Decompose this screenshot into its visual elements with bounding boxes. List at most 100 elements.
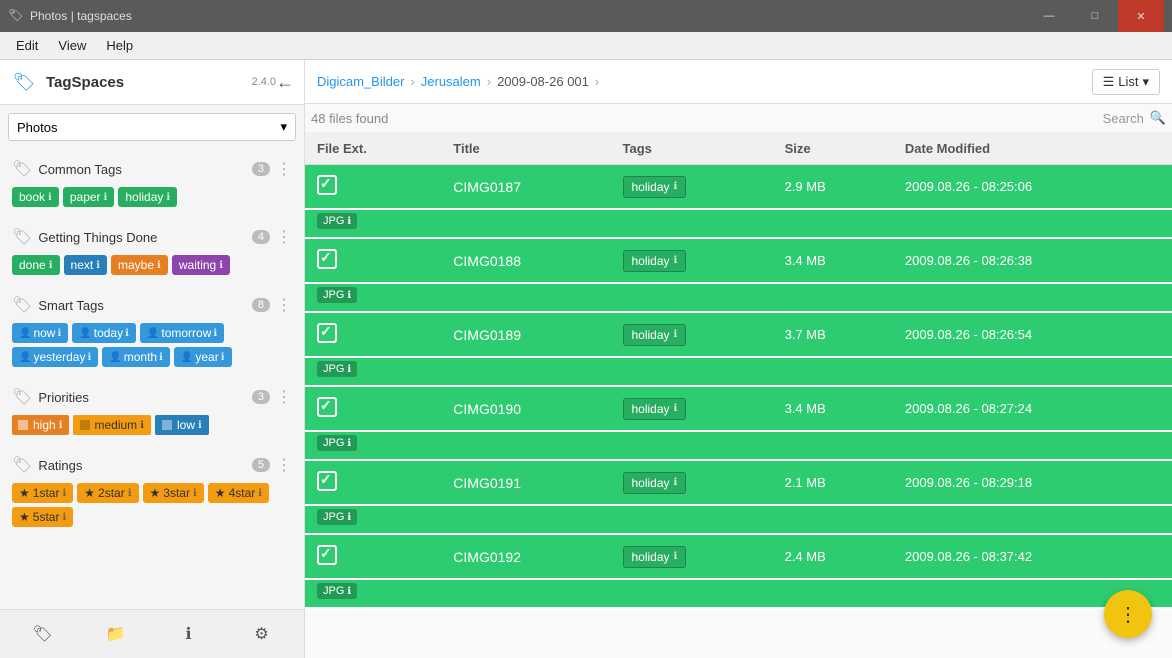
file-table-scroll[interactable]: File Ext. Title Tags Size Date Modified …	[305, 133, 1172, 658]
file-checkbox-0[interactable]	[317, 175, 337, 195]
tag-month-info[interactable]: ℹ	[159, 352, 163, 363]
file-tag-2[interactable]: holiday ℹ	[623, 324, 687, 346]
tag-next-info[interactable]: ℹ	[96, 260, 100, 271]
tag-group-ratings-menu[interactable]: ⋮	[276, 455, 292, 475]
tag-5star-info[interactable]: ℹ	[62, 512, 66, 523]
file-tag-1[interactable]: holiday ℹ	[623, 250, 687, 272]
table-ext-row: JPG ℹ	[305, 579, 1172, 608]
table-row[interactable]: CIMG0192 holiday ℹ 2.4 MB 2009.08.26 - 0…	[305, 534, 1172, 579]
file-tag-3[interactable]: holiday ℹ	[623, 398, 687, 420]
tag-tomorrow-info[interactable]: ℹ	[213, 328, 217, 339]
menu-edit[interactable]: Edit	[6, 34, 48, 57]
close-button[interactable]: ✕	[1118, 0, 1164, 32]
tag-2star[interactable]: ★ 2starℹ	[77, 483, 138, 503]
minimize-button[interactable]: —	[1026, 0, 1072, 32]
tag-group-priorities-menu[interactable]: ⋮	[276, 387, 292, 407]
back-button[interactable]: ←	[276, 72, 294, 93]
search-icon[interactable]: 🔍	[1150, 110, 1166, 126]
tag-paper[interactable]: paperℹ	[63, 187, 115, 207]
breadcrumb-digicam[interactable]: Digicam_Bilder	[317, 74, 404, 89]
smart-tags-container: 👤nowℹ 👤todayℹ 👤tomorrowℹ 👤yesterdayℹ 👤mo…	[8, 321, 296, 369]
file-checkbox-1[interactable]	[317, 249, 337, 269]
tag-today[interactable]: 👤todayℹ	[72, 323, 136, 343]
tags-footer-button[interactable]: 🏷	[6, 616, 79, 652]
tag-group-common-header[interactable]: 🏷 Common Tags 3 ⋮	[8, 153, 296, 185]
month-icon: 👤	[109, 352, 121, 363]
tag-group-priorities-count: 3	[252, 390, 270, 404]
table-ext-row: JPG ℹ	[305, 505, 1172, 534]
tag-medium-info[interactable]: ℹ	[140, 420, 144, 431]
tag-1star[interactable]: ★ 1starℹ	[12, 483, 73, 503]
tag-done-info[interactable]: ℹ	[49, 260, 53, 271]
tag-group-smart-menu[interactable]: ⋮	[276, 295, 292, 315]
tag-high-info[interactable]: ℹ	[59, 420, 63, 431]
table-row[interactable]: CIMG0191 holiday ℹ 2.1 MB 2009.08.26 - 0…	[305, 460, 1172, 505]
file-tag-4[interactable]: holiday ℹ	[623, 472, 687, 494]
tag-group-gtd-header[interactable]: 🏷 Getting Things Done 4 ⋮	[8, 221, 296, 253]
tag-maybe[interactable]: maybeℹ	[111, 255, 168, 275]
ext-badge-3: JPG ℹ	[317, 435, 357, 451]
tag-maybe-info[interactable]: ℹ	[157, 260, 161, 271]
breadcrumb-jerusalem[interactable]: Jerusalem	[421, 74, 481, 89]
table-row[interactable]: CIMG0189 holiday ℹ 3.7 MB 2009.08.26 - 0…	[305, 312, 1172, 357]
tag-1star-info[interactable]: ℹ	[62, 488, 66, 499]
tag-group-priorities-header[interactable]: 🏷 Priorities 3 ⋮	[8, 381, 296, 413]
tag-group-common-menu[interactable]: ⋮	[276, 159, 292, 179]
tag-group-smart-count: 8	[252, 298, 270, 312]
tag-4star-info[interactable]: ℹ	[258, 488, 262, 499]
tag-group-ratings-header[interactable]: 🏷 Ratings 5 ⋮	[8, 449, 296, 481]
tag-book[interactable]: bookℹ	[12, 187, 59, 207]
tag-3star-info[interactable]: ℹ	[193, 488, 197, 499]
list-view-button[interactable]: ☰ List ▾	[1092, 69, 1160, 95]
tag-yesterday-info[interactable]: ℹ	[87, 352, 91, 363]
tag-low-info[interactable]: ℹ	[198, 420, 202, 431]
tag-year-info[interactable]: ℹ	[221, 352, 225, 363]
tag-holiday-info[interactable]: ℹ	[166, 192, 170, 203]
tag-waiting[interactable]: waitingℹ	[172, 255, 230, 275]
tag-group-smart-header[interactable]: 🏷 Smart Tags 8 ⋮	[8, 289, 296, 321]
file-tag-5[interactable]: holiday ℹ	[623, 546, 687, 568]
tag-4star[interactable]: ★ 4starℹ	[208, 483, 269, 503]
tag-5star[interactable]: ★ 5starℹ	[12, 507, 73, 527]
tag-medium[interactable]: mediumℹ	[73, 415, 152, 435]
tag-group-gtd-menu[interactable]: ⋮	[276, 227, 292, 247]
info-footer-button[interactable]: ℹ	[152, 616, 225, 652]
file-checkbox-2[interactable]	[317, 323, 337, 343]
calendar3-icon: 👤	[19, 352, 31, 363]
file-checkbox-5[interactable]	[317, 545, 337, 565]
star3-icon: ★	[150, 486, 161, 500]
tag-today-info[interactable]: ℹ	[125, 328, 129, 339]
file-checkbox-4[interactable]	[317, 471, 337, 491]
tag-book-info[interactable]: ℹ	[48, 192, 52, 203]
logo-icon: 🏷	[10, 68, 38, 96]
tag-now-info[interactable]: ℹ	[57, 328, 61, 339]
tag-done[interactable]: doneℹ	[12, 255, 60, 275]
file-tag-0[interactable]: holiday ℹ	[623, 176, 687, 198]
tag-tomorrow[interactable]: 👤tomorrowℹ	[140, 323, 224, 343]
tag-high[interactable]: highℹ	[12, 415, 69, 435]
tag-waiting-info[interactable]: ℹ	[219, 260, 223, 271]
settings-footer-button[interactable]: ⚙	[225, 616, 298, 652]
tag-next[interactable]: nextℹ	[64, 255, 108, 275]
tag-month[interactable]: 👤monthℹ	[102, 347, 170, 367]
menu-help[interactable]: Help	[96, 34, 143, 57]
location-dropdown[interactable]: Photos ▾	[8, 113, 296, 141]
tag-year[interactable]: 👤yearℹ	[174, 347, 232, 367]
tag-yesterday[interactable]: 👤yesterdayℹ	[12, 347, 98, 367]
fab-button[interactable]: ⋮	[1104, 590, 1152, 638]
tag-paper-info[interactable]: ℹ	[104, 192, 108, 203]
tag-3star[interactable]: ★ 3starℹ	[143, 483, 204, 503]
table-row[interactable]: CIMG0187 holiday ℹ 2.9 MB 2009.08.26 - 0…	[305, 165, 1172, 210]
tag-now[interactable]: 👤nowℹ	[12, 323, 68, 343]
file-checkbox-3[interactable]	[317, 397, 337, 417]
table-row[interactable]: CIMG0190 holiday ℹ 3.4 MB 2009.08.26 - 0…	[305, 386, 1172, 431]
folder-footer-button[interactable]: 📁	[79, 616, 152, 652]
breadcrumb-sep1: ›	[410, 74, 414, 89]
menu-view[interactable]: View	[48, 34, 96, 57]
tag-holiday[interactable]: holidayℹ	[118, 187, 177, 207]
tag-group-gtd-name: Getting Things Done	[38, 230, 252, 245]
tag-low[interactable]: lowℹ	[155, 415, 209, 435]
table-row[interactable]: CIMG0188 holiday ℹ 3.4 MB 2009.08.26 - 0…	[305, 238, 1172, 283]
tag-2star-info[interactable]: ℹ	[128, 488, 132, 499]
maximize-button[interactable]: □	[1072, 0, 1118, 32]
